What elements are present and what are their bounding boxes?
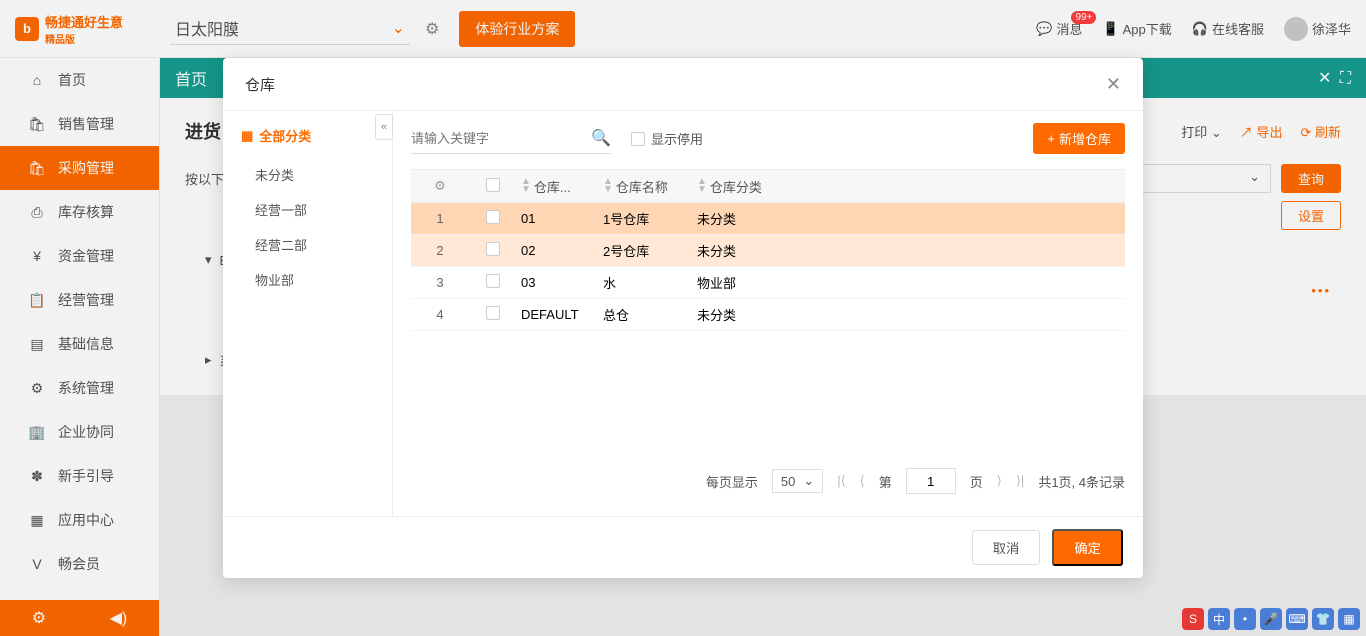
ime-toolbar: S 中 • 🎤 ⌨ 👕 ▦ [1182,608,1360,630]
plus-icon: + [1047,131,1055,146]
modal-main: 🔍 显示停用 + 新增仓库 ⚙ ▲▼仓库... ▲▼仓库名称 ▲▼仓库分类 [393,111,1143,516]
prev-page-icon[interactable]: ⟨ [860,473,865,489]
pager-summary: 共1页, 4条记录 [1038,472,1125,491]
category-item[interactable]: 经营一部 [241,192,374,227]
collapse-panel-icon[interactable]: « [375,114,393,140]
ime-punct-icon[interactable]: • [1234,608,1256,630]
ime-skin-icon[interactable]: 👕 [1312,608,1334,630]
ime-sogou-icon[interactable]: S [1182,608,1204,630]
warehouse-table: ⚙ ▲▼仓库... ▲▼仓库名称 ▲▼仓库分类 1 01 1号仓库 未分类 2 … [411,169,1125,331]
sort-icon: ▲▼ [697,178,707,194]
table-row[interactable]: 4 DEFAULT 总仓 未分类 [411,299,1125,331]
search-icon[interactable]: 🔍 [591,128,611,148]
first-page-icon[interactable]: |⟨ [837,473,845,489]
col-name[interactable]: ▲▼仓库名称 [599,177,693,196]
row-checkbox[interactable] [486,306,500,320]
next-page-icon[interactable]: ⟩ [997,473,1002,489]
category-item[interactable]: 未分类 [241,157,374,192]
chevron-down-icon: ⌄ [803,473,814,489]
ok-button[interactable]: 确定 [1052,529,1123,566]
ime-lang-icon[interactable]: 中 [1208,608,1230,630]
table-row[interactable]: 2 02 2号仓库 未分类 [411,235,1125,267]
gear-column-icon[interactable]: ⚙ [411,178,469,194]
category-panel: « ▦全部分类 未分类 经营一部 经营二部 物业部 [223,111,393,516]
per-page-select[interactable]: 50⌄ [772,469,823,493]
modal-title: 仓库 [245,74,275,95]
row-checkbox[interactable] [486,274,500,288]
table-row[interactable]: 3 03 水 物业部 [411,267,1125,299]
category-item[interactable]: 经营二部 [241,227,374,262]
modal-footer: 取消 确定 [223,516,1143,578]
add-warehouse-button[interactable]: + 新增仓库 [1033,123,1125,154]
close-icon[interactable]: ✕ [1106,74,1121,95]
row-checkbox[interactable] [486,242,500,256]
category-item[interactable]: 物业部 [241,262,374,297]
ime-mic-icon[interactable]: 🎤 [1260,608,1282,630]
row-checkbox[interactable] [486,210,500,224]
page-input[interactable] [906,468,956,494]
col-category[interactable]: ▲▼仓库分类 [693,177,1125,196]
warehouse-modal: 仓库 ✕ « ▦全部分类 未分类 经营一部 经营二部 物业部 🔍 显示停用 [223,58,1143,578]
last-page-icon[interactable]: ⟩| [1016,473,1024,489]
search-input[interactable] [411,131,591,146]
table-row[interactable]: 1 01 1号仓库 未分类 [411,203,1125,235]
checkbox-icon [631,132,645,146]
search-box: 🔍 [411,124,611,154]
pager: 每页显示 50⌄ |⟨ ⟨ 第 页 ⟩ ⟩| 共1页, 4条记录 [411,458,1125,504]
sort-icon: ▲▼ [603,178,613,194]
col-code[interactable]: ▲▼仓库... [517,177,599,196]
category-all[interactable]: ▦全部分类 [241,126,374,145]
modal-header: 仓库 ✕ [223,58,1143,110]
ime-menu-icon[interactable]: ▦ [1338,608,1360,630]
show-disabled-checkbox[interactable]: 显示停用 [631,129,703,148]
table-header: ⚙ ▲▼仓库... ▲▼仓库名称 ▲▼仓库分类 [411,169,1125,203]
select-all-checkbox[interactable] [486,178,500,192]
grid-icon: ▦ [241,128,253,144]
cancel-button[interactable]: 取消 [972,530,1041,565]
ime-keyboard-icon[interactable]: ⌨ [1286,608,1308,630]
sort-icon: ▲▼ [521,178,531,194]
